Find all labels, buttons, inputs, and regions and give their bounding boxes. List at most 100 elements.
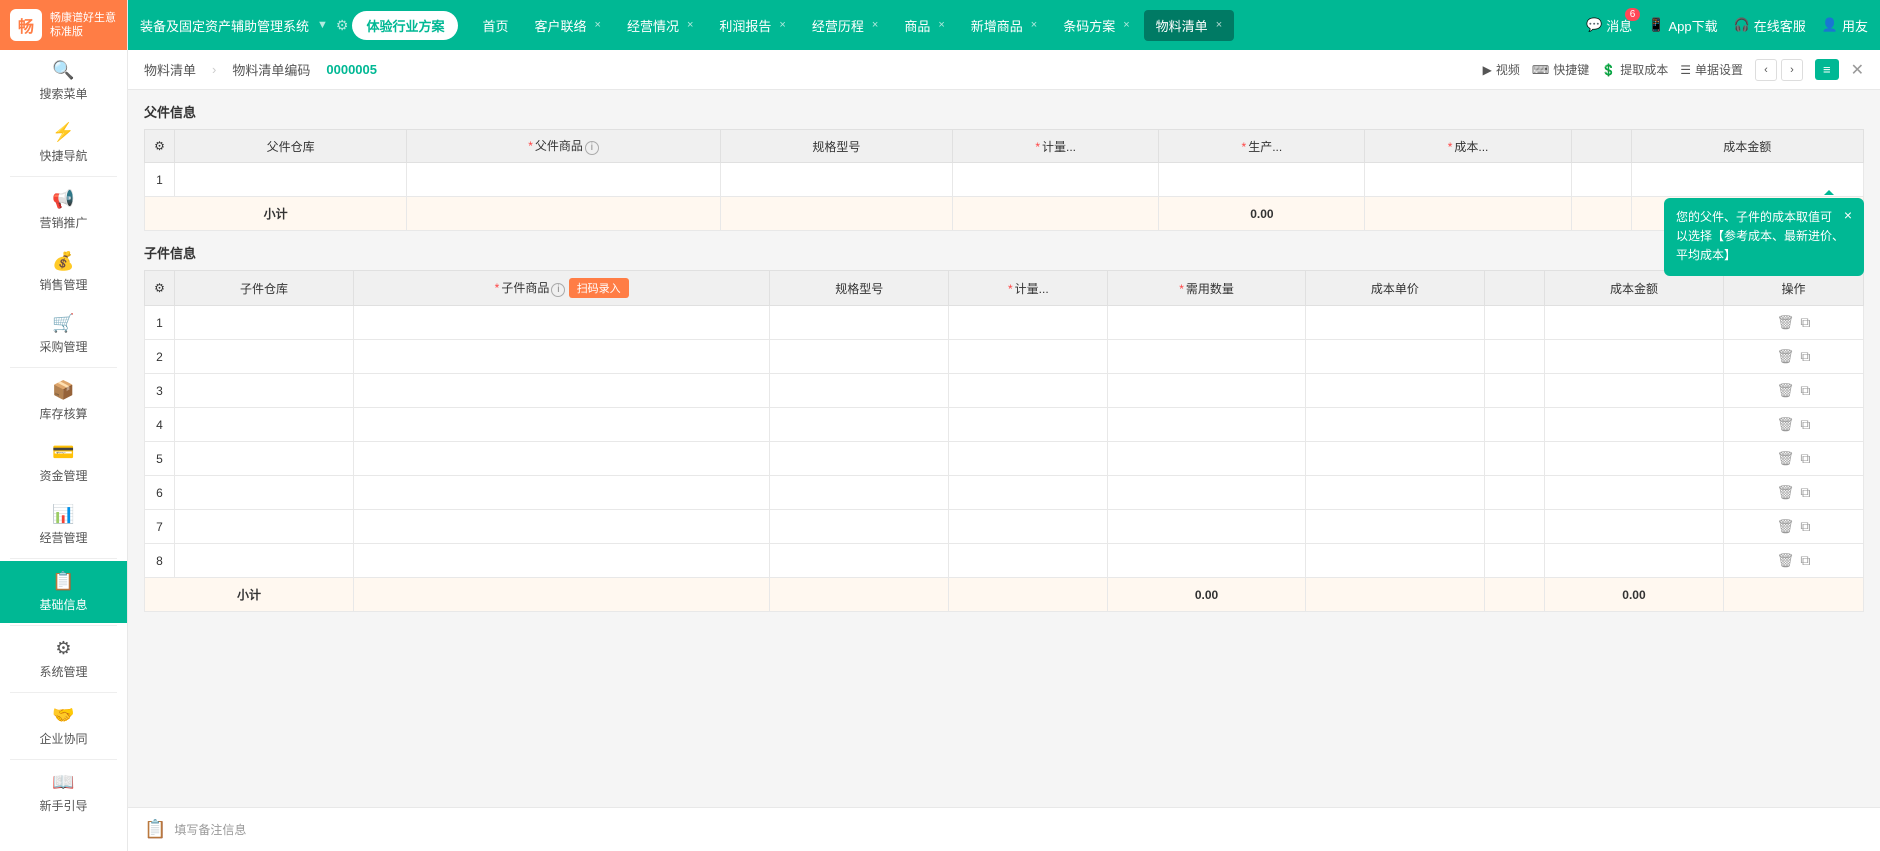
delete-icon-2[interactable]: 🗑 [1777, 382, 1795, 399]
delete-icon-6[interactable]: 🗑 [1777, 518, 1795, 535]
parent-col-settings[interactable]: ⚙ [145, 130, 175, 163]
nav-arrows: ‹ › [1755, 59, 1803, 81]
content-area: × 您的父件、子件的成本取值可以选择【参考成本、最新进价、平均成本】 父件信息 … [128, 90, 1880, 807]
parent-col-production: *生产... [1159, 130, 1365, 163]
copy-icon-6[interactable]: ⧉ [1800, 518, 1810, 535]
topbar: 装备及固定资产辅助管理系统 ▼ ⚙ 体验行业方案 首页客户联络×经营情况×利润报… [128, 0, 1880, 50]
topbar-nav-close-2[interactable]: × [687, 19, 693, 31]
topbar-nav-close-3[interactable]: × [779, 19, 785, 31]
parent-table: ⚙ 父件仓库 *父件商品i 规格型号 *计量... *生产... *成本... … [144, 129, 1864, 231]
copy-icon-3[interactable]: ⧉ [1800, 416, 1810, 433]
topbar-nav-close-8[interactable]: × [1216, 19, 1222, 31]
extract-cost-btn[interactable]: 💲 提取成本 [1601, 61, 1668, 78]
bottom-bar: 📋 填写备注信息 [128, 807, 1880, 851]
sidebar-item-0[interactable]: 🔍搜索菜单 [0, 50, 127, 112]
topbar-nav-close-6[interactable]: × [1031, 19, 1037, 31]
topbar-nav-item-2[interactable]: 经营情况× [615, 10, 705, 41]
delete-icon-1[interactable]: 🗑 [1777, 348, 1795, 365]
system-title: 装备及固定资产辅助管理系统 ▼ ⚙ [140, 16, 348, 35]
child-col-measure: *计量... [949, 271, 1108, 306]
topbar-nav-close-1[interactable]: × [595, 19, 601, 31]
topbar-nav-close-7[interactable]: × [1123, 19, 1129, 31]
shortcut-btn[interactable]: ⌨ 快捷键 [1532, 61, 1589, 78]
child-row-5: 5 🗑 ⧉ [145, 442, 1864, 476]
settings-icon[interactable]: ⚙ [336, 17, 349, 34]
sidebar-item-5[interactable]: 📦库存核算 [0, 370, 127, 432]
sidebar-item-8[interactable]: 📋基础信息 [0, 561, 127, 623]
list-view-btn[interactable]: ≡ [1815, 59, 1839, 80]
online-service-btn[interactable]: 🎧 在线客服 [1734, 16, 1806, 35]
copy-icon-4[interactable]: ⧉ [1800, 450, 1810, 467]
topbar-nav-item-6[interactable]: 新增商品× [959, 10, 1049, 41]
topbar-nav-item-5[interactable]: 商品× [892, 10, 956, 41]
child-row-2: 2 🗑 ⧉ [145, 340, 1864, 374]
delete-icon-0[interactable]: 🗑 [1777, 314, 1795, 331]
close-tab-btn[interactable]: ✕ [1851, 60, 1864, 80]
experience-btn[interactable]: 体验行业方案 [352, 11, 458, 40]
child-col-qty: *需用数量 [1108, 271, 1306, 306]
delete-icon-4[interactable]: 🗑 [1777, 450, 1795, 467]
child-subtotal-label: 小计 [145, 578, 354, 612]
sidebar-item-4[interactable]: 🛒采购管理 [0, 303, 127, 365]
parent-col-amount: 成本金额 [1631, 130, 1863, 163]
nav-next-btn[interactable]: › [1781, 59, 1803, 81]
copy-icon-0[interactable]: ⧉ [1800, 314, 1810, 331]
parent-product-info-icon[interactable]: i [585, 141, 599, 155]
child-section: 子件信息 ⚙ 子件仓库 *子件商品i 扫码录入 规格型号 *计量... *需用数… [144, 243, 1864, 612]
topbar-nav-item-8[interactable]: 物料清单× [1144, 10, 1234, 41]
child-row-1: 1 🗑 ⧉ [145, 306, 1864, 340]
topbar-nav-item-1[interactable]: 客户联络× [523, 10, 613, 41]
scan-btn[interactable]: 扫码录入 [569, 278, 629, 298]
user-btn[interactable]: 👤 用友 [1822, 16, 1868, 35]
cost-tooltip: × 您的父件、子件的成本取值可以选择【参考成本、最新进价、平均成本】 [1664, 198, 1864, 276]
sidebar-item-10[interactable]: 🤝企业协同 [0, 695, 127, 757]
child-col-settings[interactable]: ⚙ [145, 271, 175, 306]
topbar-nav-close-4[interactable]: × [872, 19, 878, 31]
parent-col-spec: 规格型号 [720, 130, 952, 163]
child-product-info-icon[interactable]: i [551, 283, 565, 297]
sidebar-item-9[interactable]: ⚙系统管理 [0, 628, 127, 690]
parent-section-title: 父件信息 [144, 102, 1864, 121]
tooltip-close-btn[interactable]: × [1844, 208, 1852, 222]
child-col-product: *子件商品i 扫码录入 [354, 271, 770, 306]
parent-col-warehouse: 父件仓库 [175, 130, 407, 163]
message-btn[interactable]: 💬 消息 6 [1586, 16, 1632, 35]
copy-icon-2[interactable]: ⧉ [1800, 382, 1810, 399]
breadcrumb-1[interactable]: 物料清单 [144, 60, 196, 79]
topbar-nav-item-7[interactable]: 条码方案× [1051, 10, 1141, 41]
parent-subtotal-label: 小计 [145, 197, 407, 231]
app-download-btn[interactable]: 📱 App下载 [1648, 16, 1717, 35]
delete-icon-5[interactable]: 🗑 [1777, 484, 1795, 501]
topbar-nav-item-4[interactable]: 经营历程× [800, 10, 890, 41]
topbar-nav-close-5[interactable]: × [938, 19, 944, 31]
parent-section: 父件信息 ⚙ 父件仓库 *父件商品i 规格型号 *计量... *生产... *成… [144, 102, 1864, 231]
child-row-7: 7 🗑 ⧉ [145, 510, 1864, 544]
topbar-right: 💬 消息 6 📱 App下载 🎧 在线客服 👤 用友 [1586, 16, 1868, 35]
sub-topbar-actions: ▶ 视频 ⌨ 快捷键 💲 提取成本 ☰ 单据设置 ‹ › ≡ ✕ [1483, 59, 1864, 81]
sidebar-item-7[interactable]: 📊经营管理 [0, 494, 127, 556]
topbar-nav-item-3[interactable]: 利润报告× [707, 10, 797, 41]
sidebar-item-11[interactable]: 📖新手引导 [0, 762, 127, 824]
copy-icon-7[interactable]: ⧉ [1800, 552, 1810, 569]
child-col-sort [1484, 271, 1544, 306]
child-table: ⚙ 子件仓库 *子件商品i 扫码录入 规格型号 *计量... *需用数量 成本单… [144, 270, 1864, 612]
copy-icon-5[interactable]: ⧉ [1800, 484, 1810, 501]
sidebar-item-6[interactable]: 💳资金管理 [0, 432, 127, 494]
sidebar-item-1[interactable]: ⚡快捷导航 [0, 112, 127, 174]
child-subtotal-amount: 0.00 [1544, 578, 1723, 612]
sidebar-item-2[interactable]: 📢营销推广 [0, 179, 127, 241]
parent-col-cost: *成本... [1365, 130, 1571, 163]
parent-col-measure: *计量... [953, 130, 1159, 163]
topbar-nav-item-0[interactable]: 首页 [470, 10, 520, 41]
delete-icon-3[interactable]: 🗑 [1777, 416, 1795, 433]
parent-col-product: *父件商品i [407, 130, 720, 163]
sidebar-item-3[interactable]: 💰销售管理 [0, 241, 127, 303]
delete-icon-7[interactable]: 🗑 [1777, 552, 1795, 569]
view-video-btn[interactable]: ▶ 视频 [1483, 61, 1520, 78]
doc-number: 0000005 [326, 62, 377, 77]
nav-prev-btn[interactable]: ‹ [1755, 59, 1777, 81]
doc-settings-btn[interactable]: ☰ 单据设置 [1680, 61, 1743, 78]
topbar-left: 装备及固定资产辅助管理系统 ▼ ⚙ 体验行业方案 首页客户联络×经营情况×利润报… [140, 10, 1234, 41]
copy-icon-1[interactable]: ⧉ [1800, 348, 1810, 365]
parent-row-1: 1 [145, 163, 1864, 197]
